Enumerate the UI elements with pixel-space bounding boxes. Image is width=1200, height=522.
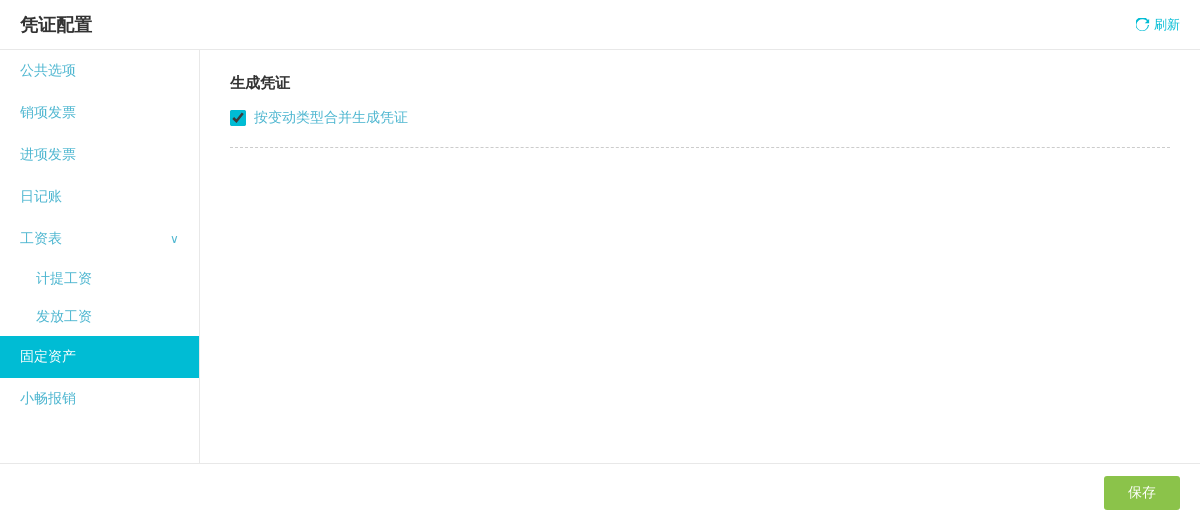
sidebar-item-sales-invoice[interactable]: 销项发票 [0, 92, 199, 134]
sidebar: 公共选项 销项发票 进项发票 日记账 工资表 ∨ 计提工资 发放工资 固定资产 … [0, 50, 200, 463]
refresh-icon [1136, 18, 1150, 32]
sidebar-item-purchase-invoice[interactable]: 进项发票 [0, 134, 199, 176]
section-divider [230, 147, 1170, 148]
content-area: 生成凭证 按变动类型合并生成凭证 [200, 50, 1200, 463]
sidebar-item-label: 工资表 [20, 230, 62, 248]
sidebar-item-label: 日记账 [20, 188, 62, 206]
sidebar-item-fixed-assets[interactable]: 固定资产 [0, 336, 199, 378]
sidebar-item-label: 发放工资 [36, 308, 92, 324]
page-title: 凭证配置 [20, 13, 92, 37]
main-layout: 公共选项 销项发票 进项发票 日记账 工资表 ∨ 计提工资 发放工资 固定资产 … [0, 50, 1200, 463]
checkbox-label[interactable]: 按变动类型合并生成凭证 [254, 109, 408, 127]
header: 凭证配置 刷新 [0, 0, 1200, 50]
section-title: 生成凭证 [230, 74, 1170, 93]
save-button[interactable]: 保存 [1104, 476, 1180, 510]
sidebar-item-label: 销项发票 [20, 104, 76, 122]
refresh-label: 刷新 [1154, 16, 1180, 34]
sidebar-item-payroll[interactable]: 工资表 ∨ [0, 218, 199, 260]
sidebar-item-label: 小畅报销 [20, 390, 76, 408]
sidebar-item-journal[interactable]: 日记账 [0, 176, 199, 218]
refresh-button[interactable]: 刷新 [1136, 16, 1180, 34]
sidebar-item-label: 进项发票 [20, 146, 76, 164]
sidebar-item-payroll-pay[interactable]: 发放工资 [0, 298, 199, 336]
sidebar-item-expense[interactable]: 小畅报销 [0, 378, 199, 420]
sidebar-item-label: 计提工资 [36, 270, 92, 286]
sidebar-item-label: 公共选项 [20, 62, 76, 80]
sidebar-item-public[interactable]: 公共选项 [0, 50, 199, 92]
sidebar-item-payroll-calc[interactable]: 计提工资 [0, 260, 199, 298]
chevron-down-icon: ∨ [170, 232, 179, 246]
footer: 保存 [0, 463, 1200, 522]
merge-by-type-checkbox[interactable] [230, 110, 246, 126]
checkbox-row: 按变动类型合并生成凭证 [230, 109, 1170, 127]
sidebar-item-label: 固定资产 [20, 348, 76, 366]
